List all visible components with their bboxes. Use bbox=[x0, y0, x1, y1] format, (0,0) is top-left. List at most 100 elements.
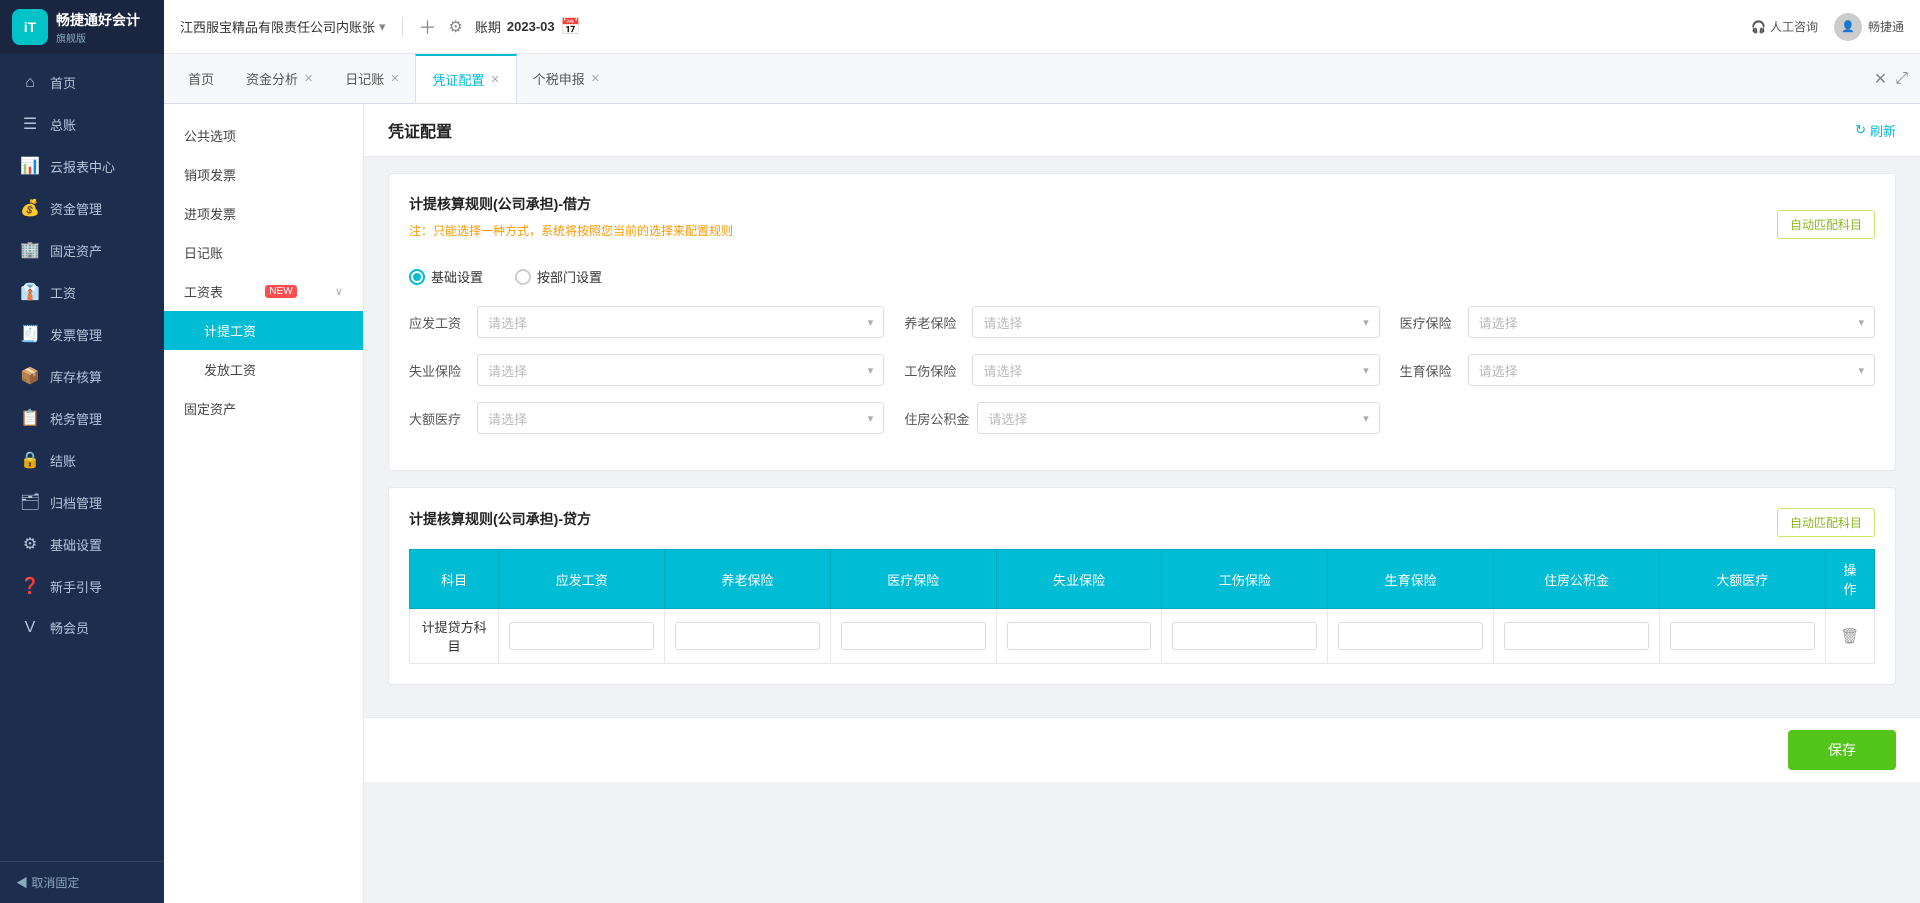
sidebar-item-guide[interactable]: ❓新手引导 bbox=[0, 565, 164, 607]
select-arrow-yingfa: ▾ bbox=[868, 316, 874, 329]
credit-auto-match-button[interactable]: 自动匹配科目 bbox=[1777, 508, 1875, 537]
form-label-shiye: 失业保险 bbox=[409, 361, 469, 380]
select-arrow-shiye: ▾ bbox=[868, 364, 874, 377]
sidebar-item-home[interactable]: ⌂首页 bbox=[0, 62, 164, 103]
refresh-icon: ↻ bbox=[1855, 122, 1866, 138]
form-select-yingfa[interactable]: 请选择 ▾ bbox=[477, 306, 884, 338]
sidebar-item-tax_mgmt[interactable]: 📋税务管理 bbox=[0, 397, 164, 439]
calendar-icon: 📅 bbox=[561, 17, 581, 37]
form-select-daeyiliao[interactable]: 请选择 ▾ bbox=[477, 402, 884, 434]
form-item-zhufang: 住房公积金 请选择 ▾ bbox=[904, 402, 1379, 434]
input-0-6[interactable] bbox=[1504, 622, 1649, 650]
form-label-shengyu: 生育保险 bbox=[1400, 361, 1460, 380]
cancel-fixed-button[interactable]: ◀ 取消固定 bbox=[0, 861, 164, 903]
tab-fund[interactable]: 资金分析 ✕ bbox=[230, 54, 329, 103]
logo-text: 畅捷通好会计 bbox=[56, 10, 140, 30]
sidebar-item-vip[interactable]: V畅会员 bbox=[0, 607, 164, 648]
form-select-yanglao[interactable]: 请选择 ▾ bbox=[972, 306, 1379, 338]
left-menu-fixed_assets_menu[interactable]: 固定资产 bbox=[164, 389, 363, 428]
left-menu-public[interactable]: 公共选项 bbox=[164, 116, 363, 155]
debit-section-note: 注：只能选择一种方式，系统将按照您当前的选择来配置规则 bbox=[409, 222, 733, 239]
debit-auto-match-button[interactable]: 自动匹配科目 bbox=[1777, 210, 1875, 239]
tab-close-fund[interactable]: ✕ bbox=[304, 72, 313, 85]
settings-icon[interactable]: ⚙ bbox=[449, 17, 463, 37]
sidebar-item-fixed_assets[interactable]: 🏢固定资产 bbox=[0, 229, 164, 271]
sidebar-item-invoice[interactable]: 🧾发票管理 bbox=[0, 313, 164, 355]
sidebar-item-archive[interactable]: 🗂归档管理 bbox=[0, 481, 164, 523]
sidebar-item-inventory[interactable]: 📦库存核算 bbox=[0, 355, 164, 397]
company-name: 江西服宝精品有限责任公司内账张 bbox=[180, 17, 375, 36]
form-select-gongshang[interactable]: 请选择 ▾ bbox=[972, 354, 1379, 386]
input-0-7[interactable] bbox=[1670, 622, 1815, 650]
form-select-value-zhufang: 请选择 bbox=[988, 409, 1027, 428]
main-content: 计提核算规则(公司承担)-借方 注：只能选择一种方式，系统将按照您当前的选择来配… bbox=[364, 157, 1920, 717]
tab-journal[interactable]: 日记账 ✕ bbox=[329, 54, 415, 103]
select-arrow-shengyu: ▾ bbox=[1858, 364, 1864, 377]
nav-icon-tax_mgmt: 📋 bbox=[20, 408, 40, 428]
nav-icon-fixed_assets: 🏢 bbox=[20, 240, 40, 260]
service-button[interactable]: 🎧 人工咨询 bbox=[1751, 18, 1818, 35]
input-0-2[interactable] bbox=[841, 622, 986, 650]
left-menu-purchase_invoice[interactable]: 进项发票 bbox=[164, 194, 363, 233]
tab-close-tax[interactable]: ✕ bbox=[591, 72, 600, 85]
debit-form-grid: 应发工资 请选择 ▾ 养老保险 请选择 ▾ 医疗保险 请选择 ▾ 失业保险 请选… bbox=[409, 306, 1875, 434]
tab-close-voucher[interactable]: ✕ bbox=[491, 73, 500, 86]
form-item-yingfa: 应发工资 请选择 ▾ bbox=[409, 306, 884, 338]
form-label-gongshang: 工伤保险 bbox=[904, 361, 964, 380]
tab-label-journal: 日记账 bbox=[345, 69, 384, 88]
input-0-0[interactable] bbox=[509, 622, 654, 650]
sidebar-item-basic[interactable]: ⚙基础设置 bbox=[0, 523, 164, 565]
radio-dept-label: 按部门设置 bbox=[537, 267, 602, 286]
input-0-5[interactable] bbox=[1338, 622, 1483, 650]
nav-icon-basic: ⚙ bbox=[20, 534, 40, 554]
form-select-yiliao[interactable]: 请选择 ▾ bbox=[1468, 306, 1875, 338]
service-label: 人工咨询 bbox=[1770, 18, 1818, 35]
debit-section-title: 计提核算规则(公司承担)-借方 bbox=[409, 194, 733, 214]
form-select-shiye[interactable]: 请选择 ▾ bbox=[477, 354, 884, 386]
refresh-button[interactable]: ↻ 刷新 bbox=[1855, 121, 1896, 140]
sidebar-item-ledger[interactable]: ☰总账 bbox=[0, 103, 164, 145]
form-select-zhufang[interactable]: 请选择 ▾ bbox=[977, 402, 1379, 434]
left-menu-sales_invoice[interactable]: 销项发票 bbox=[164, 155, 363, 194]
sidebar-item-close[interactable]: 🔒结账 bbox=[0, 439, 164, 481]
tab-close-journal[interactable]: ✕ bbox=[390, 72, 399, 85]
save-button[interactable]: 保存 bbox=[1788, 730, 1896, 770]
sidebar-item-reports[interactable]: 📊云报表中心 bbox=[0, 145, 164, 187]
credit-table-head: 科目应发工资养老保险医疗保险失业保险工伤保险生育保险住房公积金大额医疗操作 bbox=[410, 550, 1875, 609]
close-tab-button[interactable]: ✕ bbox=[1874, 69, 1887, 89]
delete-row-button-0[interactable]: 🗑 bbox=[1840, 628, 1859, 645]
left-menu-payroll_payment[interactable]: 发放工资 bbox=[164, 350, 363, 389]
tab-home[interactable]: 首页 bbox=[172, 54, 230, 103]
form-select-shengyu[interactable]: 请选择 ▾ bbox=[1468, 354, 1875, 386]
expand-button[interactable]: ⤢ bbox=[1895, 70, 1908, 88]
left-menu-label-public: 公共选项 bbox=[184, 126, 236, 145]
radio-by-dept[interactable]: 按部门设置 bbox=[515, 267, 602, 286]
input-0-1[interactable] bbox=[675, 622, 820, 650]
left-menu-payroll_table[interactable]: 工资表NEW∨ bbox=[164, 272, 363, 311]
left-menu-journal_entry[interactable]: 日记账 bbox=[164, 233, 363, 272]
tab-tax[interactable]: 个税申报 ✕ bbox=[517, 54, 616, 103]
radio-basic[interactable]: 基础设置 bbox=[409, 267, 483, 286]
tab-voucher[interactable]: 凭证配置 ✕ bbox=[415, 54, 516, 103]
tabs-container: 首页资金分析 ✕日记账 ✕凭证配置 ✕个税申报 ✕ bbox=[172, 54, 1874, 103]
company-selector[interactable]: 江西服宝精品有限责任公司内账张 ▾ bbox=[180, 17, 386, 36]
cell-0-6 bbox=[1494, 609, 1660, 664]
left-menu-payroll_accrual[interactable]: 计提工资 bbox=[164, 311, 363, 350]
credit-table-body: 计提贷方科目🗑 bbox=[410, 609, 1875, 664]
logo-sub: 旗舰版 bbox=[56, 30, 140, 45]
th-6: 生育保险 bbox=[1328, 550, 1494, 609]
nav-label-inventory: 库存核算 bbox=[50, 367, 102, 386]
sidebar-item-fund_mgmt[interactable]: 💰资金管理 bbox=[0, 187, 164, 229]
sidebar-item-salary[interactable]: 👔工资 bbox=[0, 271, 164, 313]
period-selector[interactable]: 账期 2023-03 📅 bbox=[475, 17, 581, 37]
save-area: 保存 bbox=[364, 717, 1920, 782]
radio-dept-circle bbox=[515, 269, 531, 285]
credit-section: 计提核算规则(公司承担)-贷方 自动匹配科目 科目应发工资养老保险医疗保险失业保… bbox=[388, 487, 1896, 685]
input-0-3[interactable] bbox=[1007, 622, 1152, 650]
input-0-4[interactable] bbox=[1172, 622, 1317, 650]
th-4: 失业保险 bbox=[996, 550, 1162, 609]
form-label-zhufang: 住房公积金 bbox=[904, 409, 969, 428]
period-value: 2023-03 bbox=[507, 19, 555, 34]
user-menu[interactable]: 👤 畅捷通 bbox=[1834, 13, 1904, 41]
add-book-button[interactable]: ＋ bbox=[419, 14, 437, 40]
